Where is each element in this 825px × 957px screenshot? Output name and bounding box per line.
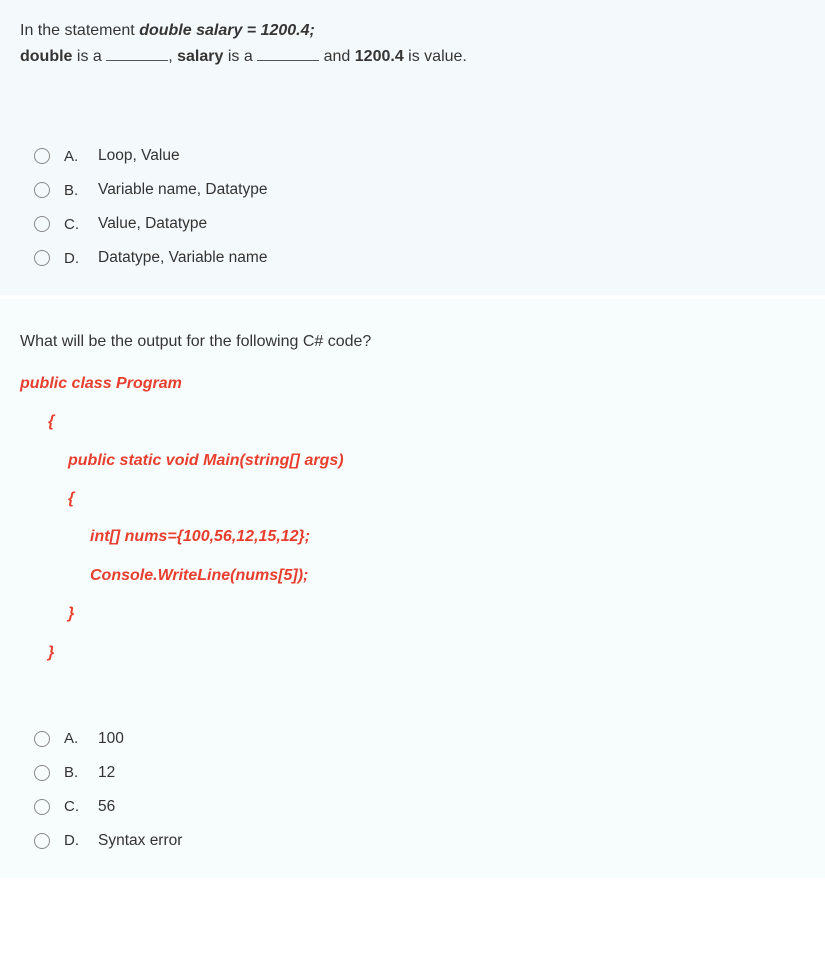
prompt-text: is a xyxy=(72,48,106,65)
option-letter: D. xyxy=(64,832,84,849)
option-letter: A. xyxy=(64,148,84,165)
question-1-prompt: In the statement double salary = 1200.4;… xyxy=(20,18,805,69)
code-line: } xyxy=(20,595,805,633)
code-line: public class Program xyxy=(20,365,805,403)
option-letter: A. xyxy=(64,730,84,747)
option-d[interactable]: D. Datatype, Variable name xyxy=(34,241,805,275)
option-text: Syntax error xyxy=(98,832,182,850)
code-line: } xyxy=(20,634,805,672)
option-letter: B. xyxy=(64,764,84,781)
question-1-options: A. Loop, Value B. Variable name, Datatyp… xyxy=(20,139,805,275)
question-2-prompt: What will be the output for the followin… xyxy=(20,329,805,355)
radio-icon xyxy=(34,833,50,849)
option-c[interactable]: C. Value, Datatype xyxy=(34,207,805,241)
prompt-code: double salary = 1200.4; xyxy=(139,22,315,39)
prompt-text: , xyxy=(168,48,177,65)
option-b[interactable]: B. Variable name, Datatype xyxy=(34,173,805,207)
question-2-options: A. 100 B. 12 C. 56 D. Syntax error xyxy=(20,722,805,858)
code-line: { xyxy=(20,480,805,518)
radio-icon xyxy=(34,148,50,164)
code-line: Console.WriteLine(nums[5]); xyxy=(20,557,805,595)
prompt-bold: double xyxy=(20,48,72,65)
radio-icon xyxy=(34,182,50,198)
prompt-text: is a xyxy=(223,48,257,65)
question-1: In the statement double salary = 1200.4;… xyxy=(0,0,825,299)
option-letter: C. xyxy=(64,216,84,233)
code-line: int[] nums={100,56,12,15,12}; xyxy=(20,518,805,556)
option-a[interactable]: A. 100 xyxy=(34,722,805,756)
prompt-text: In the statement xyxy=(20,22,139,39)
option-b[interactable]: B. 12 xyxy=(34,756,805,790)
code-line: { xyxy=(20,403,805,441)
blank-1 xyxy=(106,47,168,61)
option-text: 12 xyxy=(98,764,115,782)
option-c[interactable]: C. 56 xyxy=(34,790,805,824)
prompt-bold: salary xyxy=(177,48,223,65)
option-letter: B. xyxy=(64,182,84,199)
code-block: public class Program { public static voi… xyxy=(20,365,805,672)
option-d[interactable]: D. Syntax error xyxy=(34,824,805,858)
prompt-line-2: double is a , salary is a and 1200.4 is … xyxy=(20,44,805,70)
prompt-text: What will be the output for the followin… xyxy=(20,333,371,350)
radio-icon xyxy=(34,731,50,747)
option-a[interactable]: A. Loop, Value xyxy=(34,139,805,173)
option-text: Loop, Value xyxy=(98,147,180,165)
option-letter: D. xyxy=(64,250,84,267)
option-text: Value, Datatype xyxy=(98,215,207,233)
prompt-line-1: In the statement double salary = 1200.4; xyxy=(20,18,805,44)
option-text: Datatype, Variable name xyxy=(98,249,267,267)
option-text: 100 xyxy=(98,730,124,748)
prompt-bold: 1200.4 xyxy=(355,48,404,65)
prompt-text: is value. xyxy=(404,48,467,65)
radio-icon xyxy=(34,765,50,781)
radio-icon xyxy=(34,216,50,232)
option-text: Variable name, Datatype xyxy=(98,181,267,199)
question-2: What will be the output for the followin… xyxy=(0,299,825,882)
blank-2 xyxy=(257,47,319,61)
option-letter: C. xyxy=(64,798,84,815)
radio-icon xyxy=(34,799,50,815)
prompt-text: and xyxy=(319,48,355,65)
radio-icon xyxy=(34,250,50,266)
option-text: 56 xyxy=(98,798,115,816)
code-line: public static void Main(string[] args) xyxy=(20,442,805,480)
